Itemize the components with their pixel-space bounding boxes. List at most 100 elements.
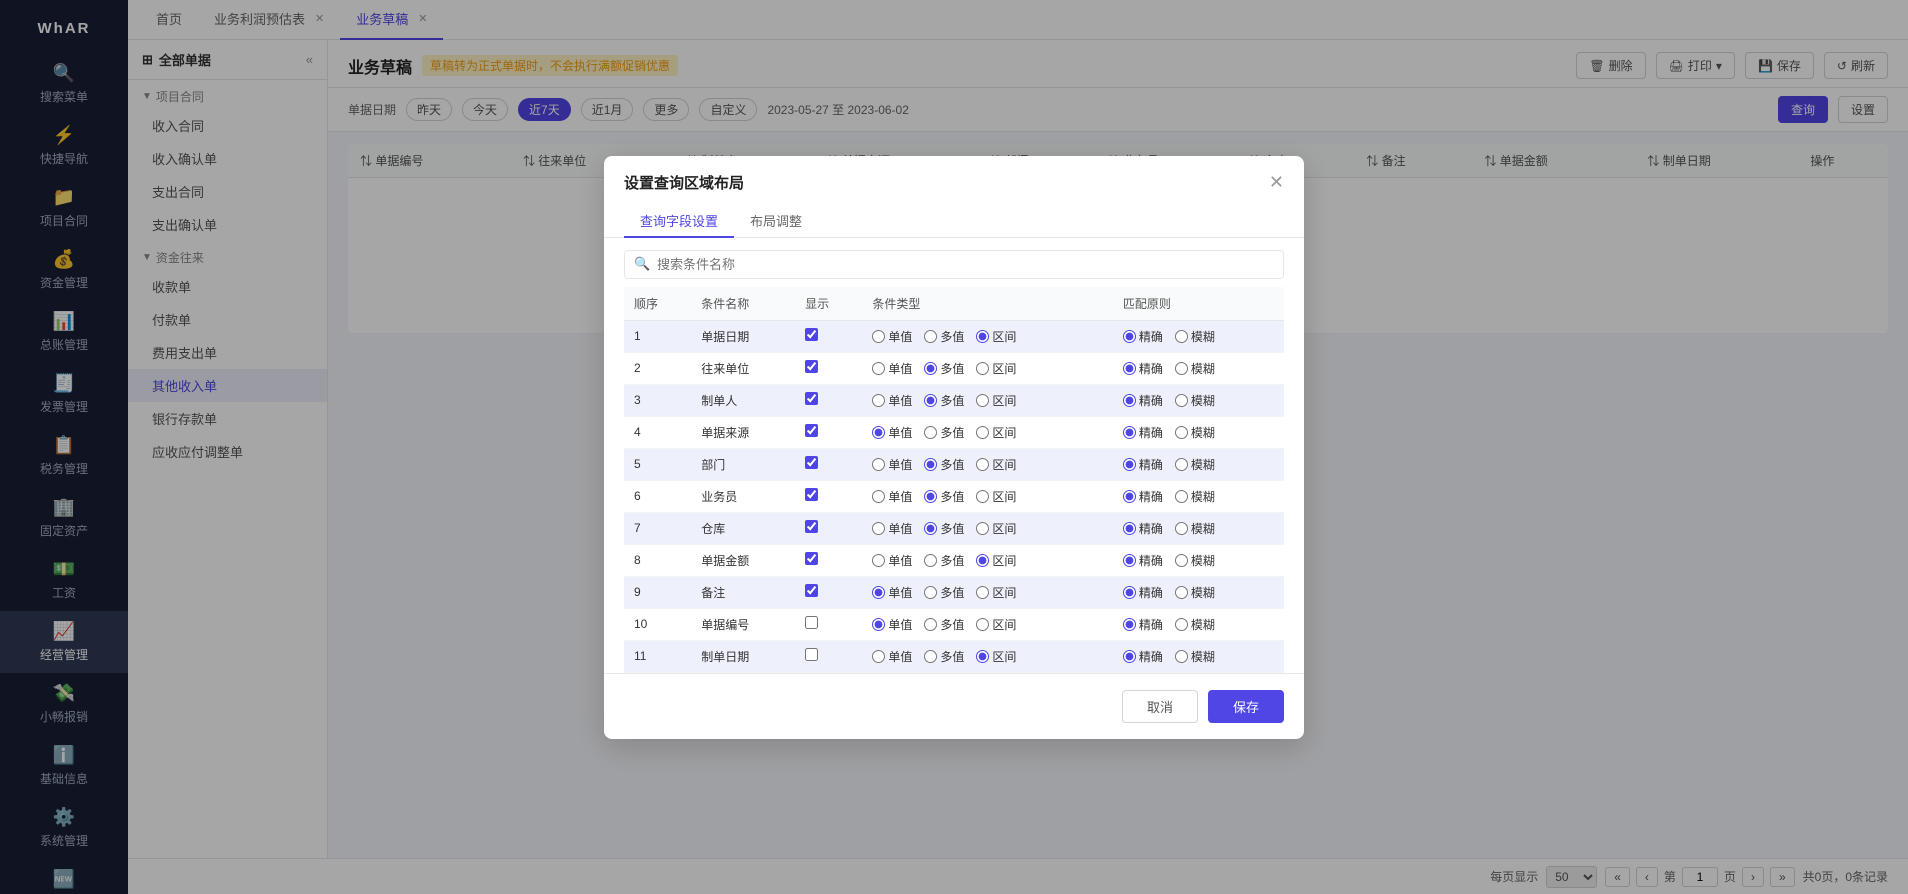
row-show bbox=[795, 448, 862, 480]
condition-type-option[interactable]: 区间 bbox=[976, 520, 1016, 537]
condition-type-option[interactable]: 区间 bbox=[976, 328, 1016, 345]
match-option[interactable]: 精确 bbox=[1123, 488, 1163, 505]
condition-type-option[interactable]: 单值 bbox=[872, 456, 912, 473]
row-match: 精确模糊 bbox=[1113, 416, 1284, 448]
condition-type-option[interactable]: 区间 bbox=[976, 488, 1016, 505]
match-option[interactable]: 模糊 bbox=[1175, 584, 1215, 601]
match-option[interactable]: 模糊 bbox=[1175, 648, 1215, 665]
condition-type-option[interactable]: 单值 bbox=[872, 488, 912, 505]
match-option[interactable]: 精确 bbox=[1123, 360, 1163, 377]
row-name: 单据日期 bbox=[691, 320, 795, 352]
match-option[interactable]: 模糊 bbox=[1175, 424, 1215, 441]
condition-type-option[interactable]: 多值 bbox=[924, 424, 964, 441]
show-checkbox[interactable] bbox=[805, 360, 818, 373]
row-show bbox=[795, 416, 862, 448]
match-option[interactable]: 模糊 bbox=[1175, 392, 1215, 409]
condition-type-option[interactable]: 多值 bbox=[924, 520, 964, 537]
show-checkbox[interactable] bbox=[805, 552, 818, 565]
match-option[interactable]: 精确 bbox=[1123, 328, 1163, 345]
condition-type-option[interactable]: 多值 bbox=[924, 392, 964, 409]
condition-type-option[interactable]: 单值 bbox=[872, 616, 912, 633]
row-condition-type: 单值多值区间 bbox=[862, 320, 1113, 352]
row-order: 1 bbox=[624, 320, 691, 352]
condition-type-option[interactable]: 单值 bbox=[872, 424, 912, 441]
condition-type-option[interactable]: 多值 bbox=[924, 488, 964, 505]
show-checkbox[interactable] bbox=[805, 520, 818, 533]
match-option[interactable]: 模糊 bbox=[1175, 360, 1215, 377]
condition-type-option[interactable]: 单值 bbox=[872, 392, 912, 409]
condition-type-option[interactable]: 区间 bbox=[976, 616, 1016, 633]
condition-type-option[interactable]: 区间 bbox=[976, 584, 1016, 601]
row-condition-type: 单值多值区间 bbox=[862, 416, 1113, 448]
row-match: 精确模糊 bbox=[1113, 608, 1284, 640]
show-checkbox[interactable] bbox=[805, 392, 818, 405]
show-checkbox[interactable] bbox=[805, 584, 818, 597]
modal-tab-fields[interactable]: 查询字段设置 bbox=[624, 205, 734, 238]
condition-type-option[interactable]: 单值 bbox=[872, 360, 912, 377]
row-show bbox=[795, 576, 862, 608]
condition-type-option[interactable]: 多值 bbox=[924, 584, 964, 601]
row-condition-type: 单值多值区间 bbox=[862, 640, 1113, 672]
condition-type-option[interactable]: 区间 bbox=[976, 456, 1016, 473]
row-match: 精确模糊 bbox=[1113, 544, 1284, 576]
modal-cancel-button[interactable]: 取消 bbox=[1122, 690, 1198, 723]
match-option[interactable]: 模糊 bbox=[1175, 488, 1215, 505]
row-order: 4 bbox=[624, 416, 691, 448]
condition-type-option[interactable]: 单值 bbox=[872, 520, 912, 537]
match-option[interactable]: 模糊 bbox=[1175, 328, 1215, 345]
modal-overlay: 设置查询区域布局 ✕ 查询字段设置 布局调整 🔍 顺序 bbox=[0, 0, 1908, 894]
config-table-row: 6业务员单值多值区间精确模糊 bbox=[624, 480, 1284, 512]
match-option[interactable]: 精确 bbox=[1123, 648, 1163, 665]
modal-close-button[interactable]: ✕ bbox=[1269, 173, 1284, 191]
match-option[interactable]: 精确 bbox=[1123, 456, 1163, 473]
row-show bbox=[795, 512, 862, 544]
condition-type-option[interactable]: 多值 bbox=[924, 328, 964, 345]
match-option[interactable]: 精确 bbox=[1123, 424, 1163, 441]
show-checkbox[interactable] bbox=[805, 488, 818, 501]
condition-type-option[interactable]: 区间 bbox=[976, 552, 1016, 569]
show-checkbox[interactable] bbox=[805, 616, 818, 629]
show-checkbox[interactable] bbox=[805, 456, 818, 469]
config-col-show: 显示 bbox=[795, 287, 862, 321]
match-option[interactable]: 模糊 bbox=[1175, 616, 1215, 633]
condition-type-option[interactable]: 区间 bbox=[976, 424, 1016, 441]
show-checkbox[interactable] bbox=[805, 424, 818, 437]
match-option[interactable]: 模糊 bbox=[1175, 456, 1215, 473]
config-table-row: 7仓库单值多值区间精确模糊 bbox=[624, 512, 1284, 544]
condition-type-option[interactable]: 多值 bbox=[924, 616, 964, 633]
condition-type-option[interactable]: 多值 bbox=[924, 360, 964, 377]
config-table-row: 5部门单值多值区间精确模糊 bbox=[624, 448, 1284, 480]
condition-type-option[interactable]: 多值 bbox=[924, 456, 964, 473]
modal-search-icon: 🔍 bbox=[634, 256, 650, 272]
condition-type-option[interactable]: 多值 bbox=[924, 648, 964, 665]
condition-type-option[interactable]: 单值 bbox=[872, 648, 912, 665]
modal-save-button[interactable]: 保存 bbox=[1208, 690, 1284, 723]
condition-type-option[interactable]: 区间 bbox=[976, 360, 1016, 377]
modal-tab-layout[interactable]: 布局调整 bbox=[734, 205, 818, 238]
match-option[interactable]: 精确 bbox=[1123, 392, 1163, 409]
match-option[interactable]: 模糊 bbox=[1175, 520, 1215, 537]
match-option[interactable]: 精确 bbox=[1123, 616, 1163, 633]
condition-type-option[interactable]: 单值 bbox=[872, 552, 912, 569]
match-option[interactable]: 精确 bbox=[1123, 552, 1163, 569]
condition-type-option[interactable]: 单值 bbox=[872, 584, 912, 601]
row-condition-type: 单值多值区间 bbox=[862, 352, 1113, 384]
modal-body: 顺序 条件名称 显示 条件类型 匹配原则 1单据日期单值多值区间精确模糊2往来单… bbox=[604, 287, 1304, 673]
match-option[interactable]: 精确 bbox=[1123, 520, 1163, 537]
config-table: 顺序 条件名称 显示 条件类型 匹配原则 1单据日期单值多值区间精确模糊2往来单… bbox=[624, 287, 1284, 673]
show-checkbox[interactable] bbox=[805, 328, 818, 341]
row-show bbox=[795, 608, 862, 640]
row-match: 精确模糊 bbox=[1113, 352, 1284, 384]
modal-search-input[interactable] bbox=[624, 250, 1284, 279]
row-show bbox=[795, 320, 862, 352]
match-option[interactable]: 模糊 bbox=[1175, 552, 1215, 569]
row-condition-type: 单值多值区间 bbox=[862, 608, 1113, 640]
row-order: 11 bbox=[624, 640, 691, 672]
condition-type-option[interactable]: 单值 bbox=[872, 328, 912, 345]
condition-type-option[interactable]: 多值 bbox=[924, 552, 964, 569]
condition-type-option[interactable]: 区间 bbox=[976, 648, 1016, 665]
match-option[interactable]: 精确 bbox=[1123, 584, 1163, 601]
condition-type-option[interactable]: 区间 bbox=[976, 392, 1016, 409]
show-checkbox[interactable] bbox=[805, 648, 818, 661]
row-name: 单据金额 bbox=[691, 544, 795, 576]
